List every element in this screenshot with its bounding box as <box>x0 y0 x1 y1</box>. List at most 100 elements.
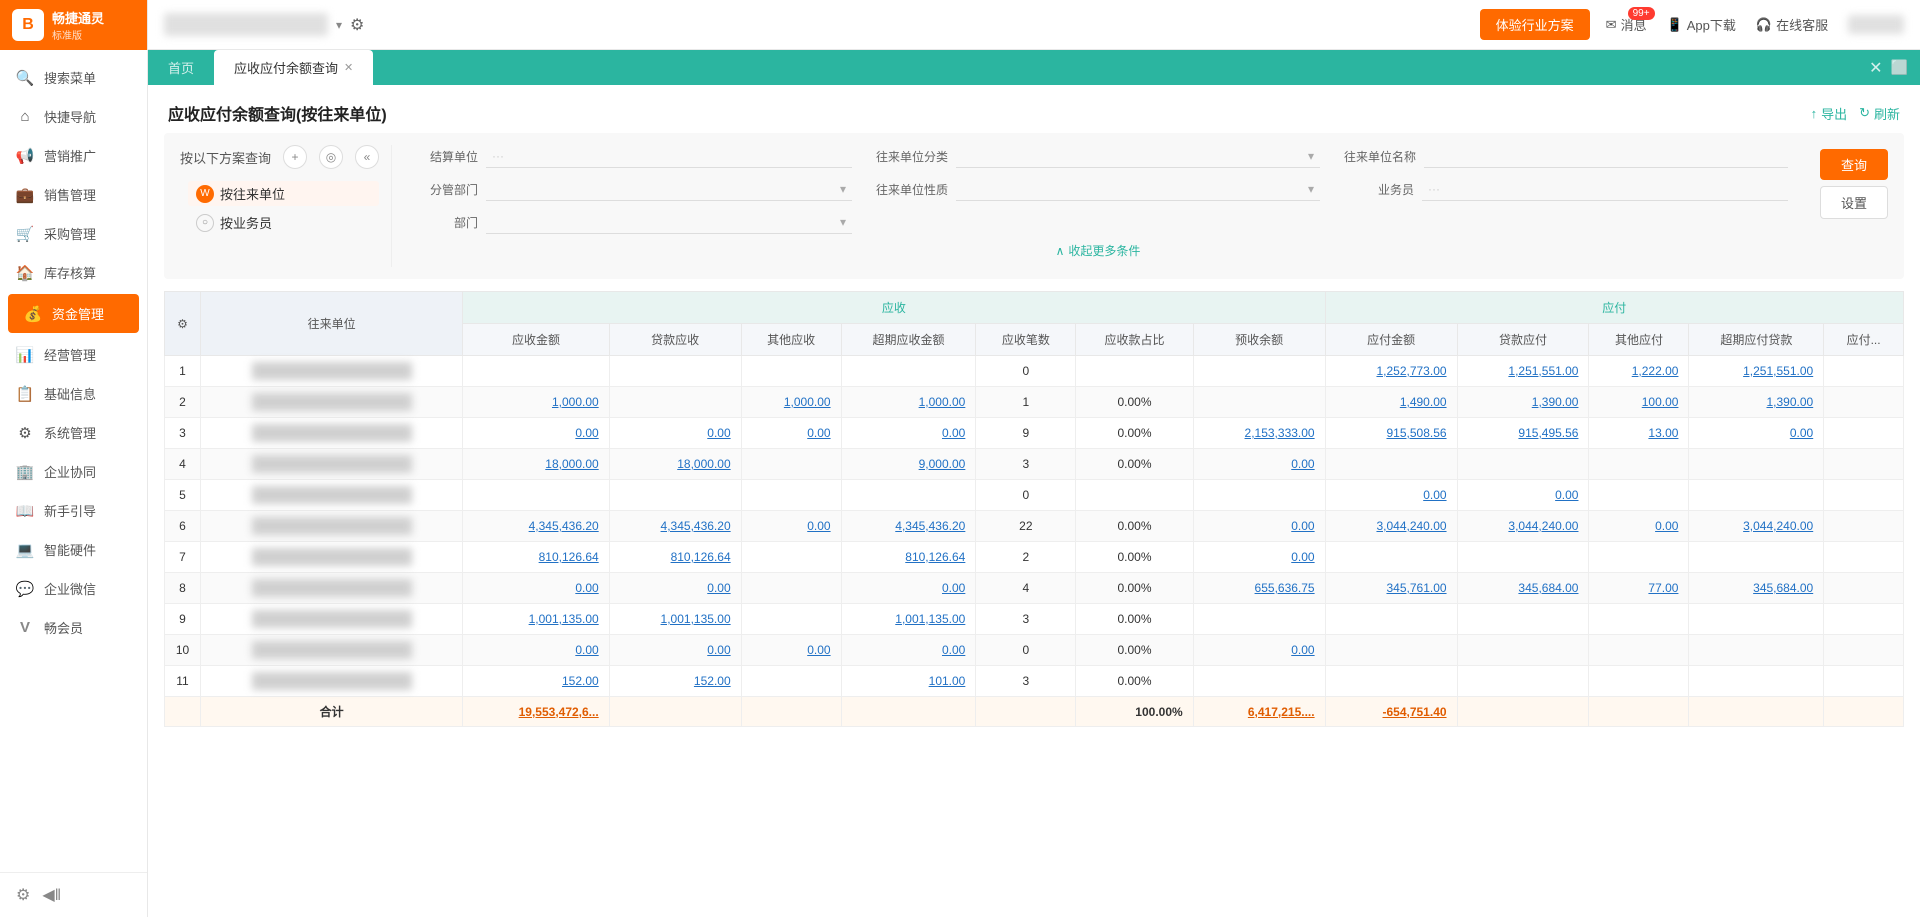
footer-ar-prepaid[interactable]: 6,417,215.... <box>1193 697 1325 727</box>
maximize-icon[interactable]: ⬜ <box>1891 59 1908 76</box>
cell-ar-amount[interactable]: 0.00 <box>463 635 609 666</box>
cell-ar-other[interactable]: 0.00 <box>741 511 841 542</box>
sidebar-settings-icon[interactable]: ⚙ <box>16 885 30 905</box>
cell-ap-credit[interactable]: 0.00 <box>1457 480 1589 511</box>
cell-ap-overdue[interactable]: 0.00 <box>1689 418 1824 449</box>
cell-ar-overdue[interactable]: 0.00 <box>841 635 976 666</box>
footer-ap-total[interactable]: -654,751.40 <box>1325 697 1457 727</box>
cell-ar-overdue[interactable]: 1,001,135.00 <box>841 604 976 635</box>
cell-ar-overdue[interactable]: 0.00 <box>841 418 976 449</box>
cell-ar-overdue[interactable]: 1,000.00 <box>841 387 976 418</box>
cell-ap-amount[interactable]: 1,252,773.00 <box>1325 356 1457 387</box>
cell-ar-prepaid[interactable]: 2,153,333.00 <box>1193 418 1325 449</box>
query-button[interactable]: 查询 <box>1820 149 1888 180</box>
filter-option-by-unit[interactable]: W 按往来单位 <box>188 181 379 206</box>
cell-ar-credit[interactable]: 18,000.00 <box>609 449 741 480</box>
cell-ar-amount[interactable]: 0.00 <box>463 573 609 604</box>
salesperson-select[interactable]: ··· <box>1422 178 1788 201</box>
settlement-unit-select[interactable]: ··· <box>486 145 852 168</box>
footer-ar-total[interactable]: 19,553,472,6... <box>463 697 609 727</box>
cell-ar-prepaid[interactable]: 0.00 <box>1193 635 1325 666</box>
cell-ar-amount[interactable]: 1,000.00 <box>463 387 609 418</box>
cell-ap-overdue[interactable]: 345,684.00 <box>1689 573 1824 604</box>
cell-ar-credit[interactable]: 810,126.64 <box>609 542 741 573</box>
cell-ap-amount[interactable]: 345,761.00 <box>1325 573 1457 604</box>
cell-ap-credit[interactable]: 915,495.56 <box>1457 418 1589 449</box>
filter-settings-button[interactable]: ◎ <box>319 145 343 169</box>
cell-ar-prepaid[interactable]: 655,636.75 <box>1193 573 1325 604</box>
sidebar-item-quicknav[interactable]: ⌂ 快捷导航 <box>0 97 147 136</box>
sidebar-item-operation[interactable]: 📊 经营管理 <box>0 335 147 374</box>
cell-ap-other[interactable]: 100.00 <box>1589 387 1689 418</box>
sidebar-item-member[interactable]: V 畅会员 <box>0 608 147 647</box>
cell-ap-amount[interactable]: 915,508.56 <box>1325 418 1457 449</box>
cell-ar-amount[interactable]: 18,000.00 <box>463 449 609 480</box>
sidebar-item-search[interactable]: 🔍 搜索菜单 <box>0 58 147 97</box>
cell-ap-credit[interactable]: 3,044,240.00 <box>1457 511 1589 542</box>
filter-option-by-employee[interactable]: ○ 按业务员 <box>188 210 379 235</box>
cell-ar-overdue[interactable]: 9,000.00 <box>841 449 976 480</box>
cell-ap-overdue[interactable]: 1,390.00 <box>1689 387 1824 418</box>
cell-ar-overdue[interactable]: 0.00 <box>841 573 976 604</box>
sidebar-item-corp[interactable]: 🏢 企业协同 <box>0 452 147 491</box>
cell-ar-prepaid[interactable]: 0.00 <box>1193 511 1325 542</box>
filter-collapse-button[interactable]: « <box>355 145 379 169</box>
cell-ap-credit[interactable]: 345,684.00 <box>1457 573 1589 604</box>
sidebar-item-inventory[interactable]: 🏠 库存核算 <box>0 253 147 292</box>
unit-name-input[interactable] <box>1424 145 1788 168</box>
cell-ar-overdue[interactable]: 810,126.64 <box>841 542 976 573</box>
topbar-dropdown-arrow[interactable]: ▾ <box>336 18 342 32</box>
sidebar-item-guide[interactable]: 📖 新手引导 <box>0 491 147 530</box>
cell-ar-credit[interactable]: 0.00 <box>609 573 741 604</box>
export-button[interactable]: ↑ 导出 <box>1811 104 1848 123</box>
cell-ar-amount[interactable]: 0.00 <box>463 418 609 449</box>
cell-ap-amount[interactable]: 3,044,240.00 <box>1325 511 1457 542</box>
cell-ap-overdue[interactable]: 1,251,551.00 <box>1689 356 1824 387</box>
tab-arbalance[interactable]: 应收应付余额查询 ✕ <box>214 50 373 85</box>
filter-collapse-btn[interactable]: ∧ 收起更多条件 <box>408 242 1788 259</box>
cell-ar-prepaid[interactable]: 0.00 <box>1193 449 1325 480</box>
cell-ar-overdue[interactable]: 101.00 <box>841 666 976 697</box>
sidebar-collapse-icon[interactable]: ◀‖ <box>42 885 61 905</box>
sidebar-item-marketing[interactable]: 📢 营销推广 <box>0 136 147 175</box>
cell-ar-amount[interactable]: 1,001,135.00 <box>463 604 609 635</box>
cell-ar-amount[interactable]: 4,345,436.20 <box>463 511 609 542</box>
sidebar-item-system[interactable]: ⚙ 系统管理 <box>0 413 147 452</box>
tab-home[interactable]: 首页 <box>148 50 214 85</box>
unit-category-select[interactable]: ▾ <box>956 145 1320 168</box>
online-service-button[interactable]: 🎧 在线客服 <box>1756 15 1828 34</box>
unit-nature-select[interactable]: ▾ <box>956 178 1320 201</box>
sidebar-item-sales[interactable]: 💼 销售管理 <box>0 175 147 214</box>
topbar-gear-icon[interactable]: ⚙ <box>350 15 364 35</box>
cell-ar-credit[interactable]: 0.00 <box>609 418 741 449</box>
dept-manager-select[interactable]: ▾ <box>486 178 852 201</box>
cell-ap-amount[interactable]: 0.00 <box>1325 480 1457 511</box>
cell-ap-other[interactable]: 13.00 <box>1589 418 1689 449</box>
cell-ap-overdue[interactable]: 3,044,240.00 <box>1689 511 1824 542</box>
sidebar-item-basic[interactable]: 📋 基础信息 <box>0 374 147 413</box>
notification-button[interactable]: ✉ 消息 99+ <box>1606 15 1647 34</box>
cell-ap-credit[interactable]: 1,251,551.00 <box>1457 356 1589 387</box>
sidebar-item-hardware[interactable]: 💻 智能硬件 <box>0 530 147 569</box>
close-window-icon[interactable]: ✕ <box>1869 58 1882 78</box>
table-settings-th[interactable]: ⚙ <box>165 292 201 356</box>
filter-add-button[interactable]: + <box>283 145 307 169</box>
cell-ap-other[interactable]: 0.00 <box>1589 511 1689 542</box>
cell-ar-credit[interactable]: 152.00 <box>609 666 741 697</box>
industry-solution-button[interactable]: 体验行业方案 <box>1480 9 1590 40</box>
department-select[interactable]: ▾ <box>486 211 852 234</box>
cell-ar-prepaid[interactable]: 0.00 <box>1193 542 1325 573</box>
cell-ar-credit[interactable]: 4,345,436.20 <box>609 511 741 542</box>
cell-ar-other[interactable]: 0.00 <box>741 635 841 666</box>
cell-ar-amount[interactable]: 152.00 <box>463 666 609 697</box>
cell-ar-amount[interactable]: 810,126.64 <box>463 542 609 573</box>
sidebar-item-purchase[interactable]: 🛒 采购管理 <box>0 214 147 253</box>
cell-ap-credit[interactable]: 1,390.00 <box>1457 387 1589 418</box>
cell-ar-overdue[interactable]: 4,345,436.20 <box>841 511 976 542</box>
cell-ar-other[interactable]: 1,000.00 <box>741 387 841 418</box>
refresh-button[interactable]: ↻ 刷新 <box>1859 104 1900 123</box>
sidebar-item-wechat[interactable]: 💬 企业微信 <box>0 569 147 608</box>
cell-ap-amount[interactable]: 1,490.00 <box>1325 387 1457 418</box>
user-profile[interactable]: Rit <box>1848 15 1904 34</box>
cell-ap-other[interactable]: 77.00 <box>1589 573 1689 604</box>
